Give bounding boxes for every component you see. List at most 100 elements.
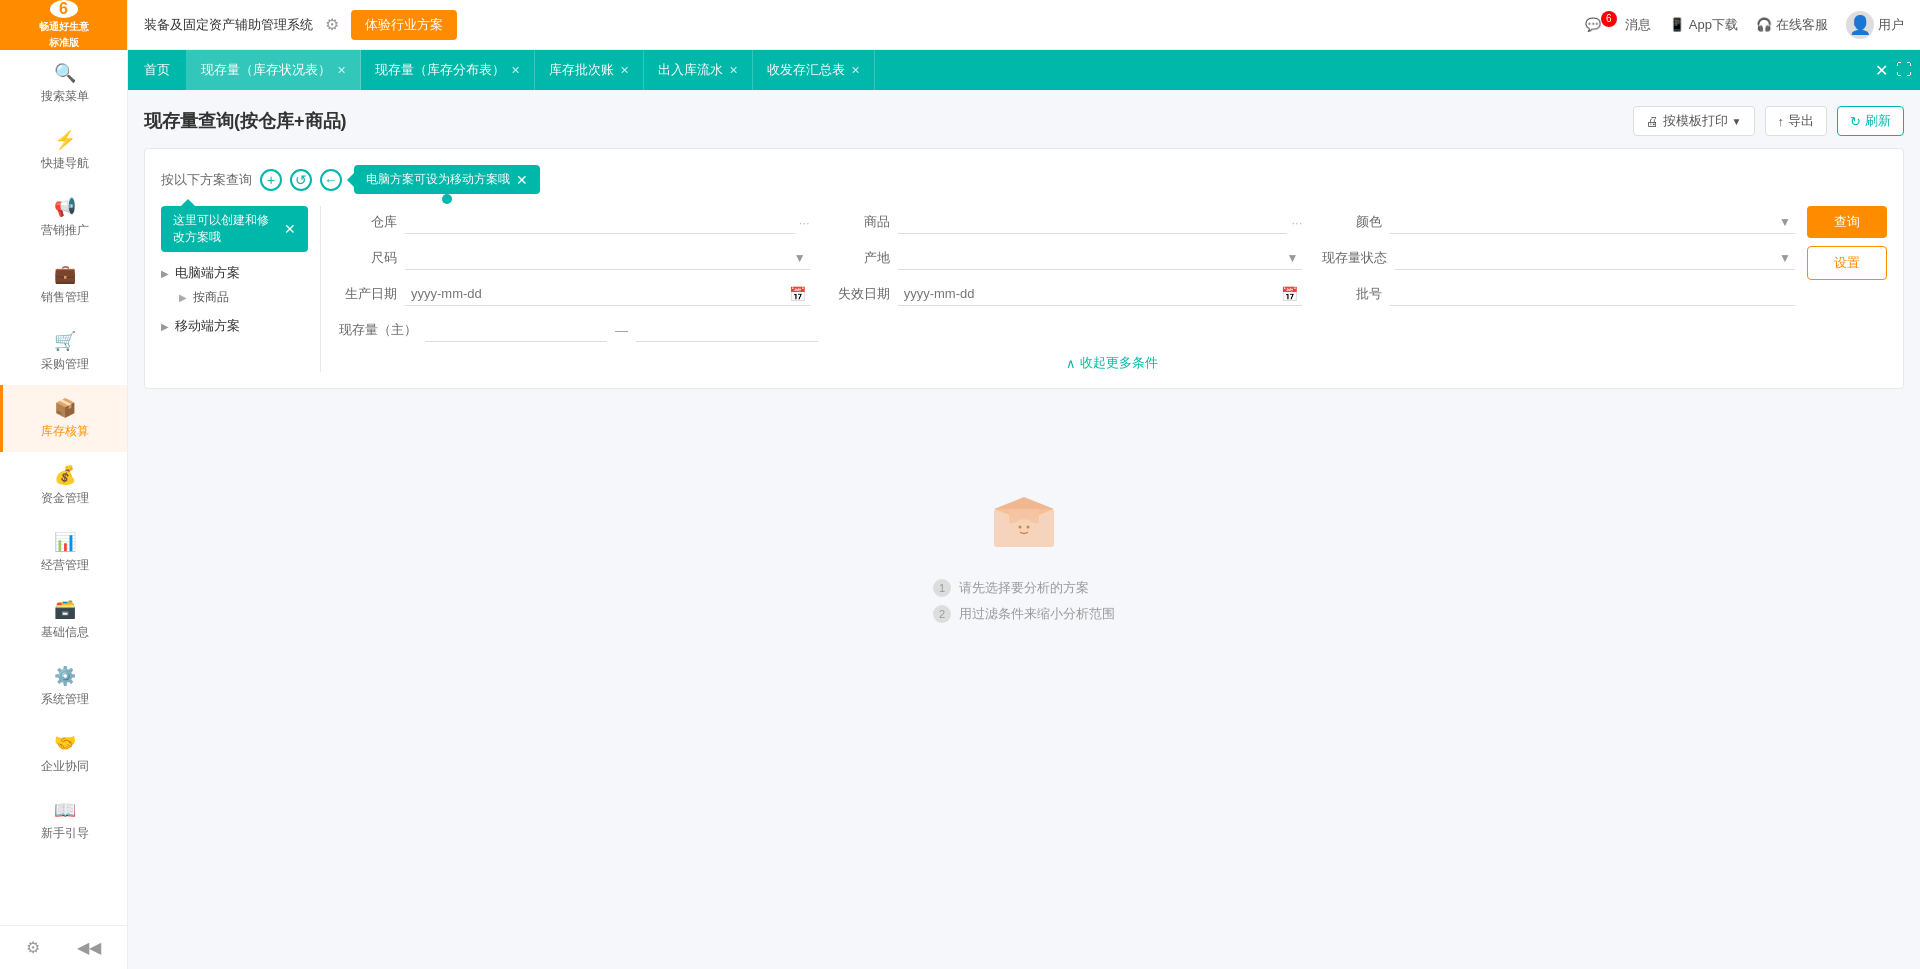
sidebar-item-sales[interactable]: 💼 销售管理 — [0, 251, 127, 318]
tab-flow-label: 出入库流水 — [658, 61, 723, 79]
expire-date-input[interactable] — [898, 282, 1303, 306]
sidebar-item-enterprise[interactable]: 🤝 企业协同 — [0, 720, 127, 787]
hint-num-1: 1 — [933, 579, 951, 597]
stock-qty-to[interactable] — [636, 318, 818, 342]
filter-back-button[interactable]: ← — [320, 169, 342, 191]
tab-inventory-dist-label: 现存量（库存分布表） — [375, 61, 505, 79]
filter-right-inner: 仓库 ··· 商品 — [337, 206, 1887, 342]
refresh-label: 刷新 — [1865, 112, 1891, 130]
tab-home[interactable]: 首页 — [128, 50, 187, 90]
sidebar-label-enterprise: 企业协同 — [41, 758, 89, 775]
produce-date-cal-icon[interactable]: 📅 — [789, 286, 806, 302]
sidebar-item-management[interactable]: 📊 经营管理 — [0, 519, 127, 586]
page-title-row: 现存量查询(按仓库+商品) 🖨 按模板打印 ▼ ↑ 导出 ↻ — [144, 106, 1904, 136]
tabbar-actions: ✕ ⛶ — [1867, 61, 1920, 80]
tabbar: 首页 现存量（库存状况表） ✕ 现存量（库存分布表） ✕ 库存批次账 ✕ 出入库… — [128, 50, 1920, 90]
print-button[interactable]: 🖨 按模板打印 ▼ — [1633, 106, 1755, 136]
filter-fields: 仓库 ··· 商品 — [337, 206, 1795, 342]
sidebar-settings-btn[interactable]: ⚙ — [26, 938, 40, 957]
filter-refresh-button[interactable]: ↺ — [290, 169, 312, 191]
set-button[interactable]: 设置 — [1807, 246, 1887, 280]
batch-input[interactable] — [1390, 282, 1795, 306]
tab-close-all-icon[interactable]: ✕ — [1875, 61, 1888, 80]
file-icon: 🗃️ — [54, 598, 76, 620]
goods-dots-icon[interactable]: ··· — [1291, 215, 1302, 230]
tab-close-icon-5[interactable]: ✕ — [851, 64, 860, 77]
sidebar-item-finance[interactable]: 💰 资金管理 — [0, 452, 127, 519]
tooltip1-close[interactable]: ✕ — [516, 172, 528, 188]
tab-batch-account-label: 库存批次账 — [549, 61, 614, 79]
tab-close-icon-4[interactable]: ✕ — [729, 64, 738, 77]
sidebar-item-inventory[interactable]: 📦 库存核算 — [0, 385, 127, 452]
scheme-panel: 这里可以创建和修改方案哦 ✕ ▶ 电脑端方案 ▶ — [161, 206, 321, 372]
tooltip-create-scheme: 这里可以创建和修改方案哦 ✕ — [161, 206, 308, 252]
filter-top-row: 按以下方案查询 + ↺ ← 电脑方案可设为移动方案哦 ✕ — [161, 165, 1887, 194]
sidebar-label-marketing: 营销推广 — [41, 222, 89, 239]
goods-input[interactable] — [898, 210, 1288, 234]
app-download-item[interactable]: 📱 App下载 — [1669, 16, 1738, 34]
tooltip2-close[interactable]: ✕ — [284, 221, 296, 237]
trial-button[interactable]: 体验行业方案 — [351, 10, 457, 40]
tab-close-icon[interactable]: ✕ — [337, 64, 346, 77]
online-support-item[interactable]: 🎧 在线客服 — [1756, 16, 1828, 34]
tab-summary[interactable]: 收发存汇总表 ✕ — [753, 50, 875, 90]
stock-status-select[interactable] — [1395, 246, 1795, 270]
sidebar-label-system: 系统管理 — [41, 691, 89, 708]
filter-row-size: 尺码 ▼ — [337, 246, 810, 270]
filter-row-color: 颜色 ▼ — [1322, 210, 1795, 234]
filter-grid-row1: 仓库 ··· 商品 — [337, 210, 1795, 234]
sidebar-label-purchase: 采购管理 — [41, 356, 89, 373]
svg-point-6 — [1027, 526, 1030, 529]
sidebar-item-purchase[interactable]: 🛒 采购管理 — [0, 318, 127, 385]
filter-collapse-row[interactable]: ∧ 收起更多条件 — [337, 354, 1887, 372]
tab-inventory-status[interactable]: 现存量（库存状况表） ✕ — [187, 50, 361, 90]
expire-date-wrap: 📅 — [898, 282, 1303, 306]
warehouse-input[interactable] — [405, 210, 795, 234]
color-select[interactable] — [1390, 210, 1795, 234]
sidebar-item-basic[interactable]: 🗃️ 基础信息 — [0, 586, 127, 653]
user-item[interactable]: 👤 用户 — [1846, 11, 1904, 39]
hint-text-1: 请先选择要分析的方案 — [959, 579, 1089, 597]
sidebar-collapse-btn[interactable]: ◀◀ — [77, 938, 101, 957]
sidebar-item-marketing[interactable]: 📢 营销推广 — [0, 184, 127, 251]
scheme-group-pc-header[interactable]: ▶ 电脑端方案 — [161, 260, 308, 286]
refresh-button[interactable]: ↻ 刷新 — [1837, 106, 1904, 136]
stock-status-label: 现存量状态 — [1322, 249, 1387, 267]
filter-add-button[interactable]: + — [260, 169, 282, 191]
goods-label: 商品 — [830, 213, 890, 231]
page-title: 现存量查询(按仓库+商品) — [144, 109, 347, 133]
sidebar-item-quicknav[interactable]: ⚡ 快捷导航 — [0, 117, 127, 184]
empty-hints: 1 请先选择要分析的方案 2 用过滤条件来缩小分析范围 — [933, 579, 1115, 623]
tab-expand-icon[interactable]: ⛶ — [1896, 61, 1912, 79]
expire-date-label: 失效日期 — [830, 285, 890, 303]
main-area: 装备及固定资产辅助管理系统 ⚙ 体验行业方案 💬 6 消息 📱 App下载 🎧 … — [128, 0, 1920, 969]
produce-date-input[interactable] — [405, 282, 810, 306]
sidebar-item-search[interactable]: 🔍 搜索菜单 — [0, 50, 127, 117]
scheme-mobile-label: 移动端方案 — [175, 317, 240, 335]
empty-hint-2: 2 用过滤条件来缩小分析范围 — [933, 605, 1115, 623]
warehouse-dots-icon[interactable]: ··· — [799, 215, 810, 230]
size-select[interactable] — [405, 246, 810, 270]
expire-date-cal-icon[interactable]: 📅 — [1281, 286, 1298, 302]
sidebar-nav: 🔍 搜索菜单 ⚡ 快捷导航 📢 营销推广 💼 销售管理 🛒 采购管理 📦 库存核… — [0, 50, 127, 925]
online-support-label: 在线客服 — [1776, 16, 1828, 34]
tab-inventory-status-label: 现存量（库存状况表） — [201, 61, 331, 79]
tab-inventory-dist[interactable]: 现存量（库存分布表） ✕ — [361, 50, 535, 90]
search-button[interactable]: 查询 — [1807, 206, 1887, 238]
print-icon: 🖨 — [1646, 114, 1659, 129]
tab-close-icon-2[interactable]: ✕ — [511, 64, 520, 77]
origin-select[interactable] — [898, 246, 1303, 270]
sidebar-item-guide[interactable]: 📖 新手引导 — [0, 787, 127, 854]
origin-label: 产地 — [830, 249, 890, 267]
scheme-group-mobile-header[interactable]: ▶ 移动端方案 — [161, 313, 308, 339]
message-item[interactable]: 💬 6 消息 — [1585, 16, 1651, 34]
filter-grid-row2: 尺码 ▼ — [337, 246, 1795, 270]
tab-close-icon-3[interactable]: ✕ — [620, 64, 629, 77]
export-button[interactable]: ↑ 导出 — [1765, 106, 1828, 136]
system-settings-icon[interactable]: ⚙ — [325, 15, 339, 34]
stock-qty-from[interactable] — [425, 318, 607, 342]
sidebar-item-system[interactable]: ⚙️ 系统管理 — [0, 653, 127, 720]
tab-flow[interactable]: 出入库流水 ✕ — [644, 50, 753, 90]
tab-batch-account[interactable]: 库存批次账 ✕ — [535, 50, 644, 90]
scheme-sub-default[interactable]: ▶ 按商品 — [161, 286, 308, 309]
